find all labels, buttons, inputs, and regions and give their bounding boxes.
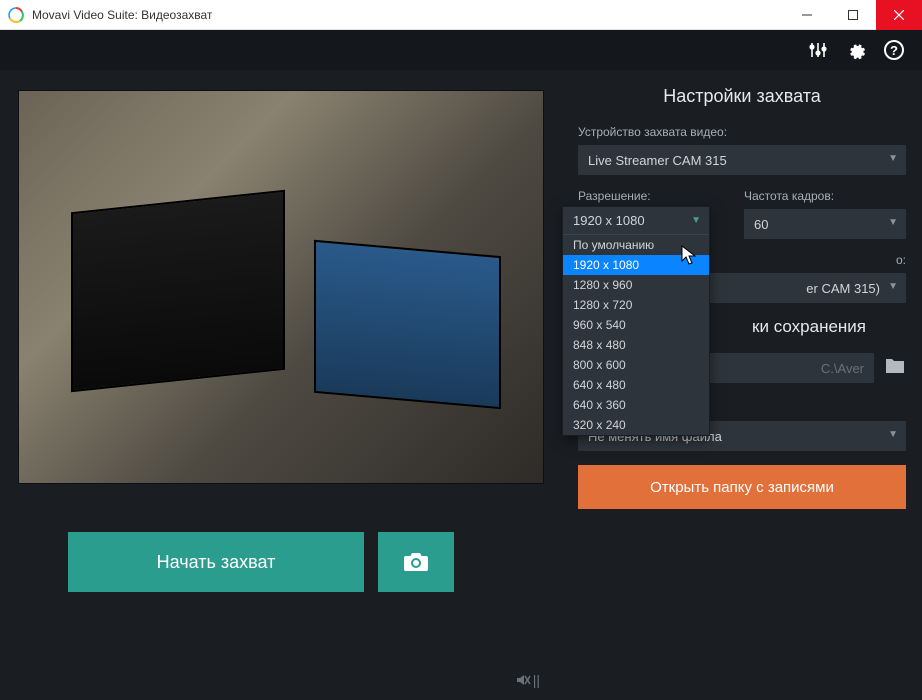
- chevron-down-icon: ▼: [888, 153, 898, 164]
- minimize-button[interactable]: [784, 0, 830, 30]
- capture-settings-title: Настройки захвата: [578, 86, 906, 107]
- video-device-value: Live Streamer CAM 315: [588, 153, 727, 168]
- video-device-label: Устройство захвата видео:: [578, 125, 906, 139]
- audio-indicator[interactable]: ||: [515, 672, 540, 688]
- svg-text:?: ?: [890, 43, 898, 58]
- chevron-down-icon: ▼: [691, 215, 701, 226]
- resolution-dropdown[interactable]: 1920 x 1080 ▼ По умолчанию1920 x 1080128…: [562, 206, 710, 436]
- resolution-option[interactable]: 960 x 540: [563, 315, 709, 335]
- resolution-option[interactable]: По умолчанию: [563, 235, 709, 255]
- close-button[interactable]: [876, 0, 922, 30]
- chevron-down-icon: ▼: [888, 217, 898, 228]
- resolution-option[interactable]: 800 x 600: [563, 355, 709, 375]
- chevron-down-icon: ▼: [888, 281, 898, 292]
- resolution-select[interactable]: 1920 x 1080 ▼: [563, 207, 709, 235]
- fps-label: Частота кадров:: [744, 189, 906, 203]
- equalizer-icon[interactable]: [808, 40, 828, 60]
- resolution-option[interactable]: 1280 x 960: [563, 275, 709, 295]
- camera-icon: [403, 551, 429, 573]
- maximize-button[interactable]: [830, 0, 876, 30]
- speaker-muted-icon: [515, 672, 531, 688]
- app-icon: [8, 7, 24, 23]
- resolution-option[interactable]: 640 x 480: [563, 375, 709, 395]
- video-device-select[interactable]: Live Streamer CAM 315 ▼: [578, 145, 906, 175]
- resolution-label: Разрешение:: [578, 189, 726, 203]
- snapshot-button[interactable]: [378, 532, 454, 592]
- video-preview: [18, 90, 544, 484]
- open-folder-button[interactable]: Открыть папку с записями: [578, 465, 906, 509]
- resolution-value: 1920 x 1080: [573, 213, 645, 228]
- window-titlebar: Movavi Video Suite: Видеозахват: [0, 0, 922, 30]
- help-icon[interactable]: ?: [884, 40, 904, 60]
- browse-folder-icon[interactable]: [884, 357, 906, 380]
- chevron-down-icon: ▼: [888, 429, 898, 440]
- fps-value: 60: [754, 217, 768, 232]
- settings-panel: Настройки захвата Устройство захвата вид…: [562, 70, 922, 700]
- resolution-option[interactable]: 1280 x 720: [563, 295, 709, 315]
- fps-select[interactable]: 60 ▼: [744, 209, 906, 239]
- resolution-option[interactable]: 640 x 360: [563, 395, 709, 415]
- gear-icon[interactable]: [846, 40, 866, 60]
- window-title: Movavi Video Suite: Видеозахват: [32, 8, 784, 22]
- preview-panel: Начать захват ||: [0, 70, 562, 700]
- resolution-option[interactable]: 1920 x 1080: [563, 255, 709, 275]
- resolution-option[interactable]: 320 x 240: [563, 415, 709, 435]
- audio-device-value: er CAM 315): [806, 281, 880, 296]
- resolution-option[interactable]: 848 x 480: [563, 335, 709, 355]
- app-toolbar: ?: [0, 30, 922, 70]
- start-capture-button[interactable]: Начать захват: [68, 532, 364, 592]
- save-path-text: C.\Aver: [821, 361, 864, 376]
